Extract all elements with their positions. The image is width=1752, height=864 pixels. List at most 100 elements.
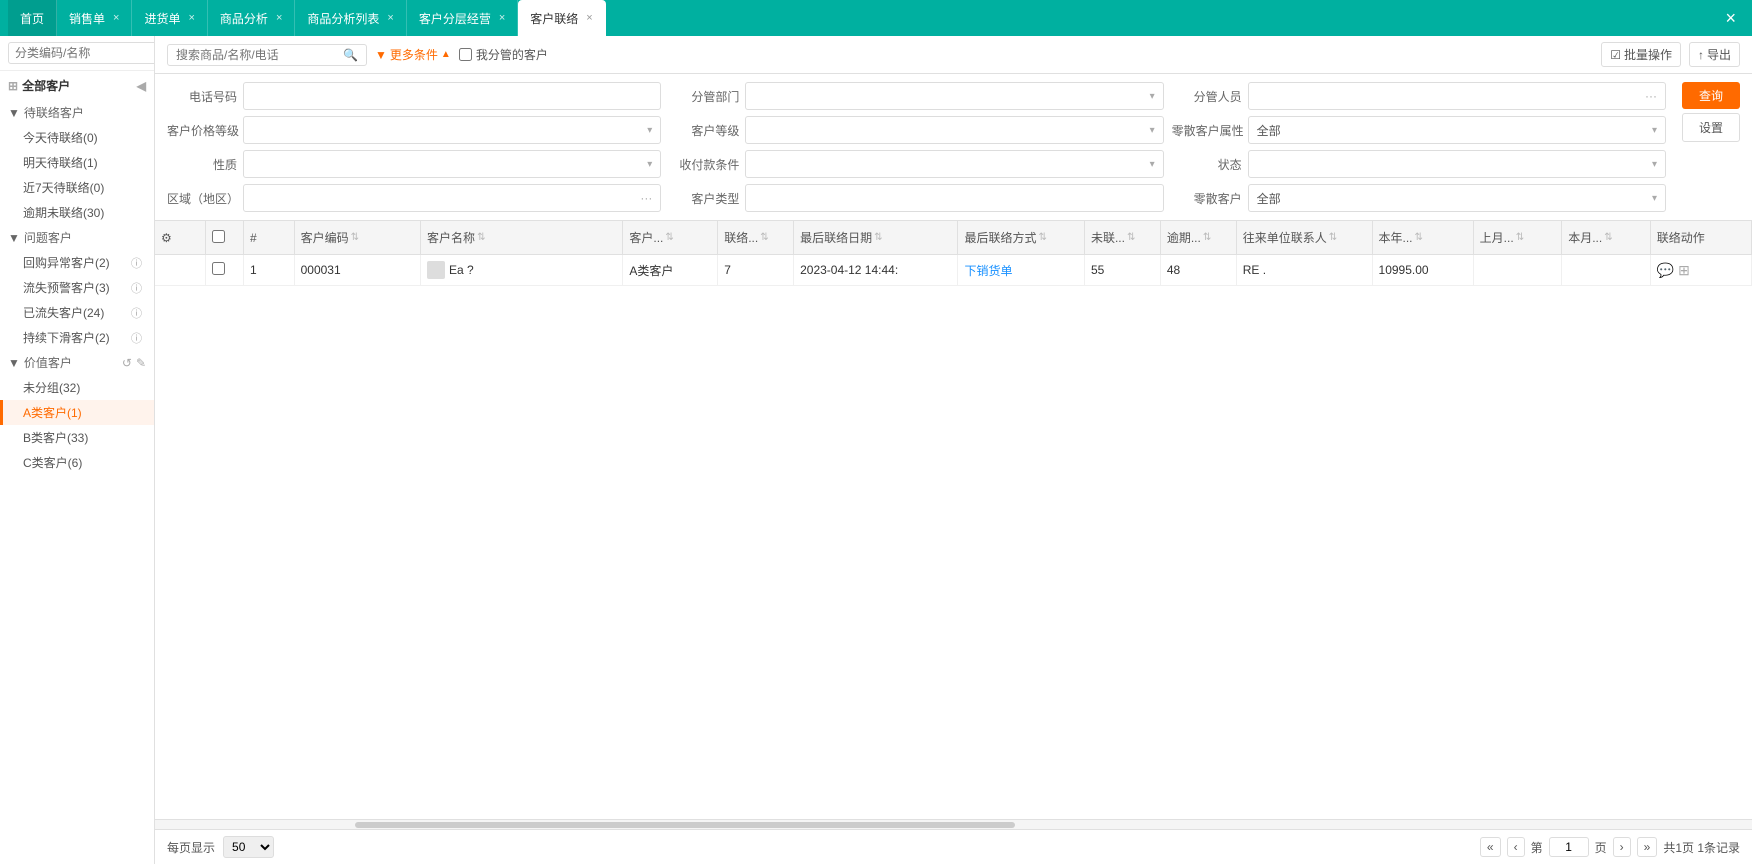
sidebar-item-today-pending[interactable]: 今天待联络(0) <box>0 125 154 150</box>
close-all-button[interactable]: × <box>1717 8 1744 29</box>
th-name[interactable]: 客户名称 ⇅ <box>421 221 623 255</box>
tab-home[interactable]: 首页 <box>8 0 57 36</box>
tab-sales[interactable]: 销售单 × <box>57 0 132 36</box>
sidebar-item-overdue-pending[interactable]: 逾期未联络(30) <box>0 200 154 225</box>
last-page-btn[interactable]: » <box>1637 837 1658 857</box>
filter-field-customer-level: 客户等级 ▾ <box>669 116 1163 144</box>
content-area: 🔍 ▼ 更多条件 ▲ 我分管的客户 ☑ 批量操作 ↑ 导出 <box>155 36 1752 864</box>
tab-goods-analysis[interactable]: 商品分析 × <box>208 0 295 36</box>
last-contact-method-link[interactable]: 下销货单 <box>964 264 1012 278</box>
table-wrapper: ⚙ # 客户编码 ⇅ <box>155 221 1752 819</box>
horizontal-scrollbar[interactable] <box>155 819 1752 829</box>
qr-action-icon[interactable]: ⊞ <box>1678 262 1690 279</box>
tab-goods-analysis-list-close[interactable]: × <box>387 12 393 24</box>
tab-sales-close[interactable]: × <box>113 12 119 24</box>
sidebar-item-c-class[interactable]: C类客户(6) <box>0 450 154 475</box>
sidebar-item-ungrouped[interactable]: 未分组(32) <box>0 375 154 400</box>
th-this-year[interactable]: 本年... ⇅ <box>1372 221 1473 255</box>
filter-more-btn[interactable]: ▼ 更多条件 ▲ <box>375 46 451 63</box>
page-input[interactable] <box>1549 837 1589 857</box>
next-page-btn[interactable]: › <box>1613 837 1631 857</box>
th-last-contact-method[interactable]: 最后联络方式 ⇅ <box>958 221 1084 255</box>
sidebar-search-input[interactable] <box>8 42 155 64</box>
sidebar-item-churn-warning[interactable]: 流失预警客户(3) ⓘ <box>0 275 154 300</box>
tab-purchase-close[interactable]: × <box>188 12 194 24</box>
toolbar-search-icon[interactable]: 🔍 <box>343 48 358 62</box>
all-customers-header[interactable]: ⊞ 全部客户 ◀ <box>0 71 154 100</box>
tab-customer-segment-close[interactable]: × <box>499 12 505 24</box>
chat-action-icon[interactable]: 💬 <box>1657 262 1674 279</box>
nature-select[interactable]: ▾ <box>243 150 661 178</box>
sidebar-item-a-class[interactable]: A类客户(1) <box>0 400 154 425</box>
tab-customer-contact-close[interactable]: × <box>586 12 592 24</box>
sidebar-item-tomorrow-pending[interactable]: 明天待联络(1) <box>0 150 154 175</box>
tab-customer-contact-label: 客户联络 <box>530 10 578 27</box>
th-settings[interactable]: ⚙ <box>155 221 206 255</box>
first-page-btn[interactable]: « <box>1480 837 1501 857</box>
person-select[interactable]: ··· <box>1248 82 1666 110</box>
th-not-contacted[interactable]: 未联... ⇅ <box>1084 221 1160 255</box>
tab-goods-analysis-close[interactable]: × <box>276 12 282 24</box>
sidebar-item-7days-pending[interactable]: 近7天待联络(0) <box>0 175 154 200</box>
scrollbar-thumb[interactable] <box>355 822 1015 828</box>
settings-button[interactable]: 设置 <box>1682 113 1740 142</box>
per-page-select[interactable]: 50 100 200 <box>223 836 274 858</box>
sidebar-item-declining[interactable]: 持续下滑客户(2) ⓘ <box>0 325 154 350</box>
th-contacts[interactable]: 联络... ⇅ <box>718 221 794 255</box>
filter-row-4: 区域（地区） ··· 客户类型 零散客户 <box>167 184 1666 212</box>
tab-customer-segment[interactable]: 客户分层经营 × <box>407 0 518 36</box>
payment-select[interactable]: ▾ <box>745 150 1163 178</box>
sidebar-item-repurchase-abnormal[interactable]: 回购异常客户(2) ⓘ <box>0 250 154 275</box>
td-checkbox[interactable] <box>206 255 244 286</box>
retail-attr-select[interactable]: 全部 ▾ <box>1248 116 1666 144</box>
tab-goods-analysis-list[interactable]: 商品分析列表 × <box>295 0 406 36</box>
th-last-month[interactable]: 上月... ⇅ <box>1473 221 1562 255</box>
row-checkbox[interactable] <box>212 262 225 275</box>
prev-page-btn[interactable]: ‹ <box>1507 837 1525 857</box>
customer-level-select[interactable]: ▾ <box>745 116 1163 144</box>
th-customer-type[interactable]: 客户... ⇅ <box>623 221 718 255</box>
export-btn[interactable]: ↑ 导出 <box>1689 42 1740 67</box>
sidebar-item-churned[interactable]: 已流失客户(24) ⓘ <box>0 300 154 325</box>
region-select[interactable]: ··· <box>243 184 661 212</box>
filter-label: 更多条件 <box>390 46 438 63</box>
toolbar-search-input[interactable] <box>176 48 339 62</box>
footer-left: 每页显示 50 100 200 <box>167 836 274 858</box>
tab-purchase[interactable]: 进货单 × <box>132 0 207 36</box>
td-last-contact-method[interactable]: 下销货单 <box>958 255 1084 286</box>
settings-icon[interactable]: ⚙ <box>161 231 172 245</box>
th-last-contact-date[interactable]: 最后联络日期 ⇅ <box>794 221 958 255</box>
my-customers-checkbox[interactable] <box>459 48 472 61</box>
phone-input[interactable] <box>243 82 661 110</box>
th-checkbox[interactable] <box>206 221 244 255</box>
sidebar-group-pending-contact[interactable]: ▼ 待联络客户 <box>0 100 154 125</box>
filter-row-3: 性质 ▾ 收付款条件 ▾ <box>167 150 1666 178</box>
customer-type-label: 客户类型 <box>669 190 739 207</box>
my-customers-filter[interactable]: 我分管的客户 <box>459 46 548 63</box>
query-button[interactable]: 查询 <box>1682 82 1740 109</box>
filter-field-retail: 零散客户 全部 ▾ <box>1172 184 1666 212</box>
price-level-select[interactable]: ▾ <box>243 116 661 144</box>
edit-icon[interactable]: ✎ <box>136 356 146 370</box>
retail-select[interactable]: 全部 ▾ <box>1248 184 1666 212</box>
batch-operation-btn[interactable]: ☑ 批量操作 <box>1601 42 1681 67</box>
select-all-checkbox[interactable] <box>212 230 225 243</box>
dept-select[interactable]: ▾ <box>745 82 1163 110</box>
value-label: 价值客户 <box>24 354 72 371</box>
customer-type-input[interactable] <box>745 184 1163 212</box>
status-select[interactable]: ▾ <box>1248 150 1666 178</box>
th-unit-contact[interactable]: 往来单位联系人 ⇅ <box>1236 221 1372 255</box>
sidebar-item-b-class[interactable]: B类客户(33) <box>0 425 154 450</box>
table-footer: 每页显示 50 100 200 « ‹ 第 页 › » 共1页 1条记录 <box>155 829 1752 864</box>
th-overdue[interactable]: 逾期... ⇅ <box>1160 221 1236 255</box>
refresh-icon[interactable]: ↺ <box>122 356 132 370</box>
sidebar-group-value[interactable]: ▼ 价值客户 ↺ ✎ <box>0 350 154 375</box>
th-code[interactable]: 客户编码 ⇅ <box>294 221 420 255</box>
tab-goods-analysis-list-label: 商品分析列表 <box>307 10 379 27</box>
th-customer-type-label: 客户... <box>629 229 663 246</box>
sidebar-group-problem[interactable]: ▼ 问题客户 <box>0 225 154 250</box>
collapse-icon[interactable]: ◀ <box>137 79 146 93</box>
th-this-month[interactable]: 本月... ⇅ <box>1562 221 1651 255</box>
table-header-row: ⚙ # 客户编码 ⇅ <box>155 221 1752 255</box>
tab-customer-contact[interactable]: 客户联络 × <box>518 0 605 36</box>
